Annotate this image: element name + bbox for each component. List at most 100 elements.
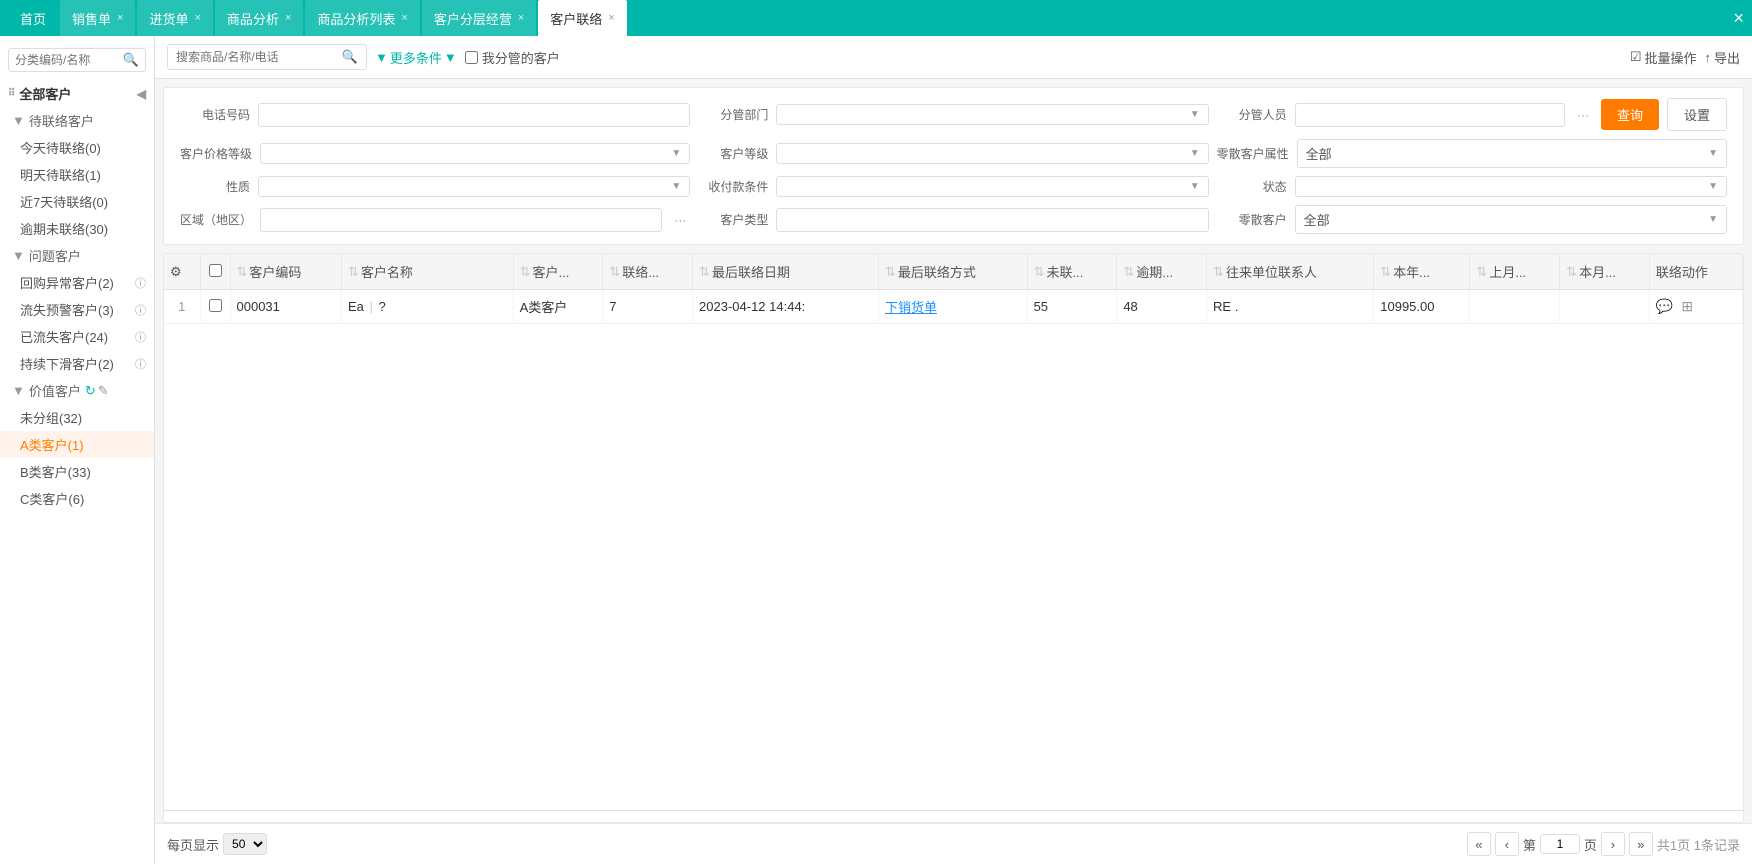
td-index: 1 [164,290,200,324]
nav-tab-product-list[interactable]: 商品分析列表 × [305,0,419,36]
nav-home[interactable]: 首页 [8,9,58,28]
horizontal-scrollbar[interactable] [164,810,1743,822]
filter-input-region[interactable] [260,208,662,232]
th-gear[interactable]: ⚙ [164,254,200,290]
sidebar-item-unclassified[interactable]: 未分组(32) [0,404,154,431]
sidebar-item-class-b[interactable]: B类客户(33) [0,458,154,485]
td-this-month [1560,290,1650,324]
nav-tab-product-analysis[interactable]: 商品分析 × [215,0,303,36]
td-code[interactable]: 000031 [230,290,341,324]
nav-tab-sales[interactable]: 销售单 × [60,0,135,36]
th-code[interactable]: ⇅ 客户编码 [230,254,341,290]
grid-action-icon[interactable]: ⊞ [1681,298,1693,315]
close-tab-purchase[interactable]: × [194,12,200,24]
sidebar-item-today-contact[interactable]: 今天待联络(0) [0,134,154,161]
per-page-select[interactable]: 50 [223,833,267,855]
th-this-year[interactable]: ⇅ 本年... [1374,254,1470,290]
th-not-contact[interactable]: ⇅ 未联... [1027,254,1117,290]
edit-icon[interactable]: ✎ [98,383,109,399]
nav-tab-purchase[interactable]: 进货单 × [137,0,212,36]
th-category[interactable]: ⇅ 客户... [513,254,603,290]
sidebar-item-class-c[interactable]: C类客户(6) [0,485,154,512]
filter-select-sparse-customer[interactable]: 全部 ▼ [1295,205,1727,234]
last-method-link[interactable]: 下销货单 [885,300,937,315]
my-customer-checkbox-wrap[interactable]: 我分管的客户 [465,48,560,67]
sidebar-item-churned[interactable]: 已流失客户(24) ⓘ [0,323,154,350]
group-pending-contact[interactable]: ▼ 待联络客户 [0,107,154,134]
filter-panel: 电话号码 分管部门 ▼ 分管人员 ··· 查询 设置 客户价格等级 [163,87,1744,245]
th-last-date[interactable]: ⇅ 最后联络日期 [693,254,879,290]
td-last-method[interactable]: 下销货单 [878,290,1027,324]
group-value-customers[interactable]: ▼ 价值客户 ↻ ✎ [0,377,154,404]
refresh-icon[interactable]: ↻ [85,383,96,399]
filter-input-customer-type[interactable] [776,208,1208,232]
page-input[interactable] [1540,834,1580,854]
all-customers-header[interactable]: ⠿ 全部客户 ◀ [0,80,154,107]
sidebar-item-churn-warning[interactable]: 流失预警客户(3) ⓘ [0,296,154,323]
td-contact-count: 7 [603,290,693,324]
filter-select-status[interactable]: ▼ [1295,176,1727,197]
table-wrapper[interactable]: ⚙ ⇅ 客户编码 [164,254,1743,810]
filter-select-nature[interactable]: ▼ [258,176,690,197]
sidebar-item-declining[interactable]: 持续下滑客户(2) ⓘ [0,350,154,377]
filter-select-customer-level[interactable]: ▼ [776,143,1208,164]
sidebar-item-tomorrow-contact[interactable]: 明天待联络(1) [0,161,154,188]
batch-op-btn[interactable]: ☑ 批量操作 [1630,48,1697,67]
filter-select-price-level[interactable]: ▼ [260,143,690,164]
filter-select-sparse-attr[interactable]: 全部 ▼ [1297,139,1727,168]
next-page-btn[interactable]: › [1601,832,1625,856]
chat-action-icon[interactable]: 💬 [1656,298,1673,315]
th-last-method[interactable]: ⇅ 最后联络方式 [878,254,1027,290]
nav-tab-customer-layer[interactable]: 客户分层经营 × [422,0,536,36]
more-filter-btn[interactable]: ▼ 更多条件 ▼ [375,48,457,67]
close-tab-product-analysis[interactable]: × [285,12,291,24]
sidebar-item-7day-contact[interactable]: 近7天待联络(0) [0,188,154,215]
th-name[interactable]: ⇅ 客户名称 [341,254,513,290]
sort-icon: ⇅ [237,264,248,280]
close-tab-sales[interactable]: × [117,12,123,24]
th-overdue[interactable]: ⇅ 逾期... [1117,254,1207,290]
my-customer-checkbox[interactable] [465,51,478,64]
region-dots-icon[interactable]: ··· [670,209,690,231]
select-all-checkbox[interactable] [209,264,222,277]
td-checkbox[interactable] [200,290,230,324]
last-page-btn[interactable]: » [1629,832,1653,856]
first-page-btn[interactable]: « [1467,832,1491,856]
search-input[interactable] [176,50,342,64]
nav-tab-customer-contact[interactable]: 客户联络 × [538,0,626,36]
th-contact-person[interactable]: ⇅ 往来单位联系人 [1207,254,1374,290]
export-btn[interactable]: ↑ 导出 [1704,48,1740,67]
search-bar-icon[interactable]: 🔍 [342,49,358,65]
customer-level-arrow-icon: ▼ [1190,148,1200,159]
th-checkbox[interactable] [200,254,230,290]
td-name[interactable]: Ea | ? [341,290,513,324]
setting-btn[interactable]: 设置 [1667,98,1727,131]
row-checkbox[interactable] [209,299,222,312]
sidebar-item-overdue-contact[interactable]: 逾期未联络(30) [0,215,154,242]
filter-select-payment[interactable]: ▼ [776,176,1208,197]
query-btn[interactable]: 查询 [1601,99,1659,130]
close-tab-customer-contact[interactable]: × [608,12,614,24]
payment-arrow-icon: ▼ [1190,181,1200,192]
window-close-btn[interactable]: × [1733,8,1744,29]
sidebar-search-input[interactable] [15,53,123,67]
top-nav: 首页 销售单 × 进货单 × 商品分析 × 商品分析列表 × 客户分层经营 × … [0,0,1752,36]
close-tab-product-list[interactable]: × [401,12,407,24]
sidebar-item-class-a[interactable]: A类客户(1) [0,431,154,458]
arrow-down-icon-3: ▼ [12,383,25,398]
sidebar-collapse-btn[interactable]: ◀ [137,87,146,101]
manager-dots-icon[interactable]: ··· [1573,104,1593,126]
search-input-wrap: 🔍 [167,44,367,70]
filter-select-dept[interactable]: ▼ [776,104,1208,125]
sidebar-item-repurchase-abnormal[interactable]: 回购异常客户(2) ⓘ [0,269,154,296]
th-this-month[interactable]: ⇅ 本月... [1560,254,1650,290]
prev-page-btn[interactable]: ‹ [1495,832,1519,856]
filter-input-phone[interactable] [258,103,690,127]
filter-input-manager[interactable] [1295,103,1565,127]
gear-icon[interactable]: ⚙ [170,264,182,280]
th-contact-count[interactable]: ⇅ 联络... [603,254,693,290]
th-last-month[interactable]: ⇅ 上月... [1470,254,1560,290]
group-problem-customers[interactable]: ▼ 问题客户 [0,242,154,269]
sidebar-search-icon[interactable]: 🔍 [123,52,139,68]
close-tab-customer-layer[interactable]: × [518,12,524,24]
